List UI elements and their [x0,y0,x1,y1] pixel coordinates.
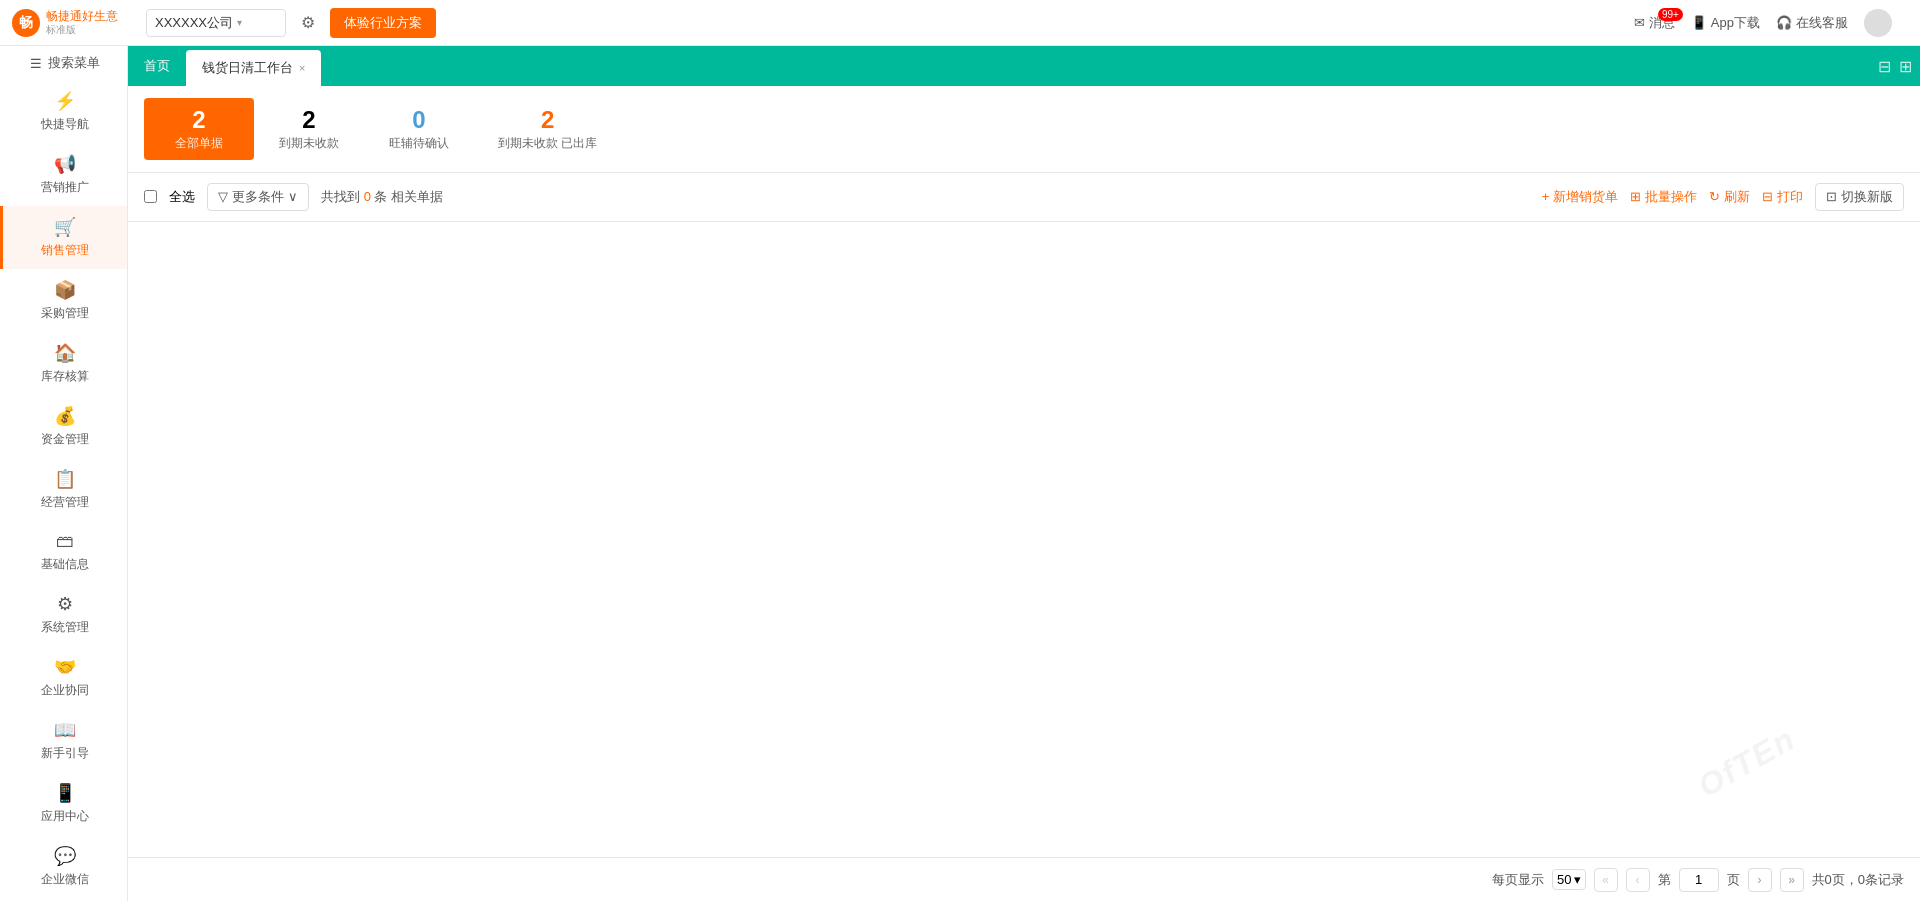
wechat-icon: 💬 [54,845,76,867]
summary-cards: 2 全部单据 2 到期未收款 0 旺辅待确认 2 到期未收款 已出库 [128,86,1920,173]
sidebar-item-basics[interactable]: 🗃 基础信息 [0,521,127,583]
tab-active[interactable]: 钱货日清工作台 × [186,50,321,86]
chevron-down-icon: ▾ [237,17,242,28]
tab-actions: ⊟ ⊞ [1878,57,1920,76]
logo-icon: 畅 [12,9,40,37]
toolbar-right: + 新增销货单 ⊞ 批量操作 ↻ 刷新 ⊟ 打印 ⊡ [1542,183,1904,211]
page-size-select[interactable]: 50 ▾ [1552,869,1585,890]
sidebar-item-inventory[interactable]: 🏠 库存核算 [0,332,127,395]
system-icon: ⚙ [57,593,73,615]
headset-icon: 🎧 [1776,15,1792,30]
switch-icon: ⊡ [1826,189,1837,204]
tab-bar: 首页 钱货日清工作台 × ⊟ ⊞ [128,46,1920,86]
basics-icon: 🗃 [56,531,74,552]
page-input[interactable] [1679,868,1719,892]
sidebar-item-purchase[interactable]: 📦 采购管理 [0,269,127,332]
header-right: ✉ 消息 99+ 📱 App下载 🎧 在线客服 [1634,9,1908,37]
marketing-icon: 📢 [54,153,76,175]
print-button[interactable]: ⊟ 打印 [1762,188,1803,206]
purchase-icon: 📦 [54,279,76,301]
search-icon: ☰ [30,56,42,71]
app-download-icon: 📱 [1691,15,1707,30]
select-all-label: 全选 [169,188,195,206]
message-icon: ✉ [1634,15,1645,30]
card-overdue-shipped[interactable]: 2 到期未收款 已出库 [474,98,621,160]
sidebar-item-sales[interactable]: 🛒 销售管理 [0,206,127,269]
found-count-text: 共找到 0 条 相关单据 [321,188,443,206]
card-overdue-uncollected[interactable]: 2 到期未收款 [254,98,364,160]
sidebar-item-marketing[interactable]: 📢 营销推广 [0,143,127,206]
sidebar: ☰ 搜索菜单 ⚡ 快捷导航 📢 营销推广 🛒 销售管理 📦 采购管理 🏠 库存核… [0,46,128,901]
sidebar-item-guide[interactable]: 📖 新手引导 [0,709,127,772]
last-page-button[interactable]: » [1780,868,1804,892]
next-page-button[interactable]: › [1748,868,1772,892]
tab-minimize-icon[interactable]: ⊟ [1878,57,1891,76]
trial-button[interactable]: 体验行业方案 [330,8,436,38]
tab-home[interactable]: 首页 [128,46,186,86]
sidebar-item-wechat[interactable]: 💬 企业微信 [0,835,127,898]
tab-maximize-icon[interactable]: ⊞ [1899,57,1912,76]
batch-icon: ⊞ [1630,189,1641,204]
operations-icon: 📋 [54,468,76,490]
logo-area: 畅 畅捷通好生意 标准版 [12,9,118,37]
inventory-icon: 🏠 [54,342,76,364]
sidebar-item-search[interactable]: ☰ 搜索菜单 [0,46,127,80]
switch-version-button[interactable]: ⊡ 切换新版 [1815,183,1904,211]
avatar[interactable] [1864,9,1892,37]
sidebar-item-operations[interactable]: 📋 经营管理 [0,458,127,521]
pagination: 每页显示 50 ▾ « ‹ 第 页 › » 共0页，0条记录 [128,857,1920,901]
main-wrapper: ☰ 搜索菜单 ⚡ 快捷导航 📢 营销推广 🛒 销售管理 📦 采购管理 🏠 库存核… [0,46,1920,901]
logo-text: 畅捷通好生意 标准版 [46,9,118,35]
prev-page-button[interactable]: ‹ [1626,868,1650,892]
card-all[interactable]: 2 全部单据 [144,98,254,160]
sidebar-item-finance[interactable]: 💰 资金管理 [0,395,127,458]
table-area [128,222,1920,857]
top-header: 畅 畅捷通好生意 标准版 XXXXXX公司 ▾ ⚙ 体验行业方案 ✉ 消息 99… [0,0,1920,46]
company-selector[interactable]: XXXXXX公司 ▾ [146,9,286,37]
sidebar-item-appcenter[interactable]: 📱 应用中心 [0,772,127,835]
message-button[interactable]: ✉ 消息 99+ [1634,14,1675,32]
batch-operation-button[interactable]: ⊞ 批量操作 [1630,188,1697,206]
refresh-icon: ↻ [1709,189,1720,204]
filter-icon: ▽ [218,189,228,204]
app-download-button[interactable]: 📱 App下载 [1691,14,1760,32]
content-area: 首页 钱货日清工作台 × ⊟ ⊞ 2 全部单据 2 到期未收款 [128,46,1920,901]
appcenter-icon: 📱 [54,782,76,804]
finance-icon: 💰 [54,405,76,427]
sidebar-item-enterprise[interactable]: 🤝 企业协同 [0,646,127,709]
online-service-button[interactable]: 🎧 在线客服 [1776,14,1848,32]
refresh-button[interactable]: ↻ 刷新 [1709,188,1750,206]
sidebar-item-quicknav[interactable]: ⚡ 快捷导航 [0,80,127,143]
select-all-checkbox[interactable] [144,190,157,203]
first-page-button[interactable]: « [1594,868,1618,892]
settings-button[interactable]: ⚙ [294,9,322,37]
enterprise-icon: 🤝 [54,656,76,678]
toolbar: 全选 ▽ 更多条件 ∨ 共找到 0 条 相关单据 + 新增销货单 [128,173,1920,222]
message-badge: 99+ [1658,8,1683,21]
page-total: 共0页，0条记录 [1812,871,1904,889]
header-left: 畅 畅捷通好生意 标准版 XXXXXX公司 ▾ ⚙ 体验行业方案 [12,8,436,38]
card-wangfu-pending[interactable]: 0 旺辅待确认 [364,98,474,160]
quicknav-icon: ⚡ [54,90,76,112]
filter-button[interactable]: ▽ 更多条件 ∨ [207,183,309,211]
new-sale-button[interactable]: + 新增销货单 [1542,188,1618,206]
page-content: 2 全部单据 2 到期未收款 0 旺辅待确认 2 到期未收款 已出库 [128,86,1920,901]
guide-icon: 📖 [54,719,76,741]
tab-close-icon[interactable]: × [299,62,305,74]
sidebar-item-system[interactable]: ⚙ 系统管理 [0,583,127,646]
sales-icon: 🛒 [54,216,76,238]
print-icon: ⊟ [1762,189,1773,204]
filter-arrow-icon: ∨ [288,189,298,204]
page-size-arrow-icon: ▾ [1574,872,1581,887]
